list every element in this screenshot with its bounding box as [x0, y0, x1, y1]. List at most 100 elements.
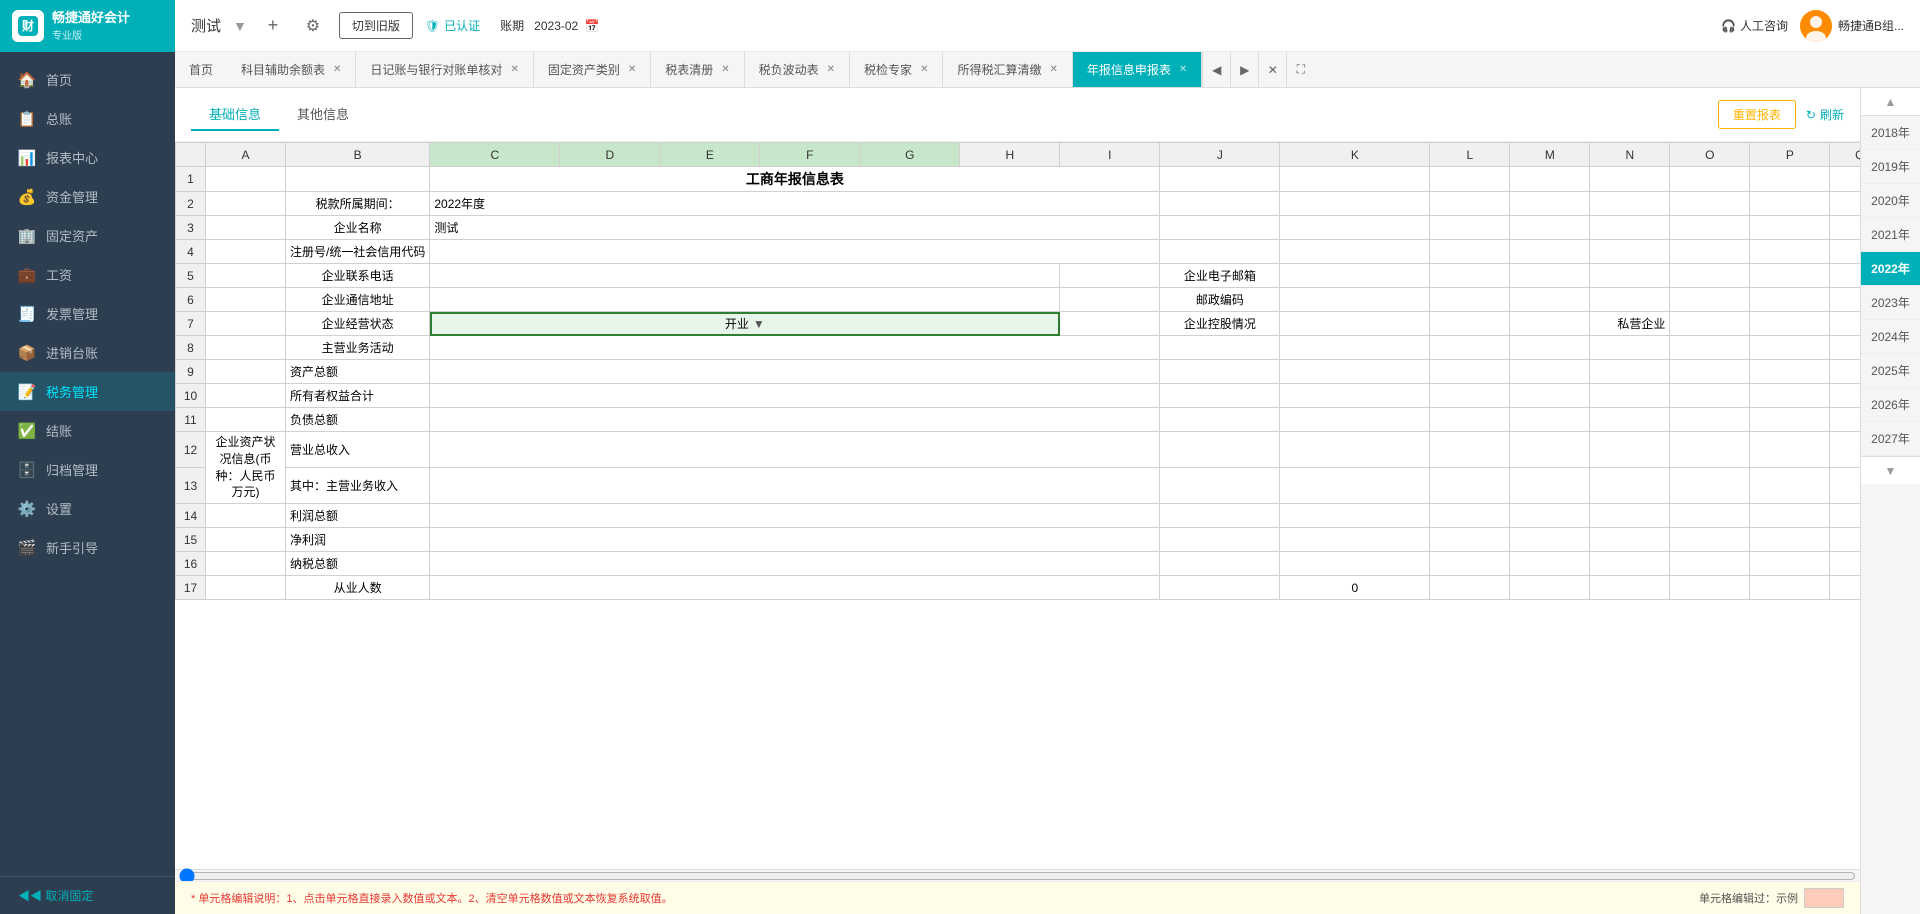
cell-8-O[interactable]	[1670, 336, 1750, 360]
cell-6-M[interactable]	[1510, 288, 1590, 312]
cell-8-L[interactable]	[1430, 336, 1510, 360]
cell-6-K[interactable]	[1280, 288, 1430, 312]
sidebar-item-invoice[interactable]: 🧾 发票管理	[0, 294, 175, 333]
cell-7-O[interactable]	[1670, 312, 1750, 336]
tab-taxform-close[interactable]: ✕	[721, 64, 729, 75]
year-item-2027[interactable]: 2027年	[1861, 422, 1920, 456]
cell-7-L[interactable]	[1430, 312, 1510, 336]
cell-1-P[interactable]	[1750, 167, 1830, 192]
cell-6-A[interactable]	[206, 288, 286, 312]
cell-7-Q[interactable]	[1830, 312, 1860, 336]
cell-14-P[interactable]	[1750, 504, 1830, 528]
cell-17-L[interactable]	[1430, 576, 1510, 600]
cell-13-O[interactable]	[1670, 468, 1750, 504]
year-item-2019[interactable]: 2019年	[1861, 150, 1920, 184]
cell-13-J[interactable]	[1160, 468, 1280, 504]
sidebar-item-inventory[interactable]: 📦 进销台账	[0, 333, 175, 372]
tab-income-close[interactable]: ✕	[1049, 64, 1057, 75]
cell-17-Q[interactable]	[1830, 576, 1860, 600]
user-menu[interactable]: 畅捷通B组...	[1800, 10, 1904, 42]
cell-7-P[interactable]	[1750, 312, 1830, 336]
cell-17-B[interactable]: 从业人数	[286, 576, 430, 600]
cell-16-O[interactable]	[1670, 552, 1750, 576]
cell-12-L[interactable]	[1430, 432, 1510, 468]
tabs-next-button[interactable]: ▶	[1230, 52, 1258, 88]
cell-11-C[interactable]	[430, 408, 1160, 432]
cell-2-A[interactable]	[206, 192, 286, 216]
cell-17-O[interactable]	[1670, 576, 1750, 600]
cell-6-J[interactable]: 邮政编码	[1160, 288, 1280, 312]
cell-5-I[interactable]	[1060, 264, 1160, 288]
cell-12-K[interactable]	[1280, 432, 1430, 468]
cell-10-P[interactable]	[1750, 384, 1830, 408]
year-item-2024[interactable]: 2024年	[1861, 320, 1920, 354]
sidebar-item-archive[interactable]: 🗄️ 归档管理	[0, 450, 175, 489]
cell-16-M[interactable]	[1510, 552, 1590, 576]
cell-7-K[interactable]	[1280, 312, 1430, 336]
tab-income[interactable]: 所得税汇算清缴 ✕	[943, 52, 1072, 88]
tab-other-info[interactable]: 其他信息	[279, 98, 367, 131]
refresh-button[interactable]: ↻ 刷新	[1806, 106, 1844, 123]
cell-11-L[interactable]	[1430, 408, 1510, 432]
cell-14-O[interactable]	[1670, 504, 1750, 528]
cell-4-Q[interactable]	[1830, 240, 1860, 264]
sidebar-item-assets[interactable]: 🏢 固定资产	[0, 216, 175, 255]
tab-taxfluc-close[interactable]: ✕	[827, 64, 835, 75]
cell-16-Q[interactable]	[1830, 552, 1860, 576]
cell-5-O[interactable]	[1670, 264, 1750, 288]
cell-15-C[interactable]	[430, 528, 1160, 552]
sidebar-item-ledger[interactable]: 📋 总账	[0, 99, 175, 138]
cell-3-P[interactable]	[1750, 216, 1830, 240]
cell-11-P[interactable]	[1750, 408, 1830, 432]
sidebar-item-reports[interactable]: 📊 报表中心	[0, 138, 175, 177]
year-item-2022[interactable]: 2022年	[1861, 252, 1920, 286]
year-item-2020[interactable]: 2020年	[1861, 184, 1920, 218]
cell-13-L[interactable]	[1430, 468, 1510, 504]
cell-5-J[interactable]: 企业电子邮箱	[1160, 264, 1280, 288]
cell-12-A-merged[interactable]: 企业资产状况信息(币种：人民币万元)	[206, 432, 286, 504]
cell-15-L[interactable]	[1430, 528, 1510, 552]
year-item-2021[interactable]: 2021年	[1861, 218, 1920, 252]
cell-3-O[interactable]	[1670, 216, 1750, 240]
cell-11-Q[interactable]	[1830, 408, 1860, 432]
cell-6-N[interactable]	[1590, 288, 1670, 312]
cell-6-I[interactable]	[1060, 288, 1160, 312]
cell-6-L[interactable]	[1430, 288, 1510, 312]
topbar-gear-icon[interactable]: ⚙	[299, 12, 327, 40]
cell-1-N[interactable]	[1590, 167, 1670, 192]
cell-9-Q[interactable]	[1830, 360, 1860, 384]
cell-4-J[interactable]	[1160, 240, 1280, 264]
cell-6-O[interactable]	[1670, 288, 1750, 312]
cell-6-B[interactable]: 企业通信地址	[286, 288, 430, 312]
cell-17-C[interactable]	[430, 576, 1160, 600]
cell-14-B[interactable]: 利润总额	[286, 504, 430, 528]
cell-10-C[interactable]	[430, 384, 1160, 408]
year-scroll-up-button[interactable]: ▲	[1861, 88, 1920, 116]
support-button[interactable]: 🎧 人工咨询	[1721, 17, 1788, 34]
cell-3-L[interactable]	[1430, 216, 1510, 240]
cell-15-P[interactable]	[1750, 528, 1830, 552]
tab-assets-close[interactable]: ✕	[628, 64, 636, 75]
tab-taxcheck[interactable]: 税检专家 ✕	[850, 52, 943, 88]
cell-10-Q[interactable]	[1830, 384, 1860, 408]
cell-1-M[interactable]	[1510, 167, 1590, 192]
cell-10-B[interactable]: 所有者权益合计	[286, 384, 430, 408]
cell-2-M[interactable]	[1510, 192, 1590, 216]
cell-9-L[interactable]	[1430, 360, 1510, 384]
cell-1-O[interactable]	[1670, 167, 1750, 192]
year-item-2018[interactable]: 2018年	[1861, 116, 1920, 150]
cell-15-K[interactable]	[1280, 528, 1430, 552]
horizontal-scrollbar[interactable]	[175, 869, 1860, 881]
year-scroll-down-button[interactable]: ▼	[1861, 456, 1920, 484]
cell-6-C[interactable]	[430, 288, 1060, 312]
cell-13-K[interactable]	[1280, 468, 1430, 504]
cell-11-B[interactable]: 负债总额	[286, 408, 430, 432]
cell-7-M[interactable]	[1510, 312, 1590, 336]
cell-8-A[interactable]	[206, 336, 286, 360]
cell-5-B[interactable]: 企业联系电话	[286, 264, 430, 288]
cell-7-A[interactable]	[206, 312, 286, 336]
cell-9-P[interactable]	[1750, 360, 1830, 384]
cell-1-Q[interactable]	[1830, 167, 1860, 192]
cell-2-Q[interactable]	[1830, 192, 1860, 216]
tab-journal-close[interactable]: ✕	[510, 64, 518, 75]
